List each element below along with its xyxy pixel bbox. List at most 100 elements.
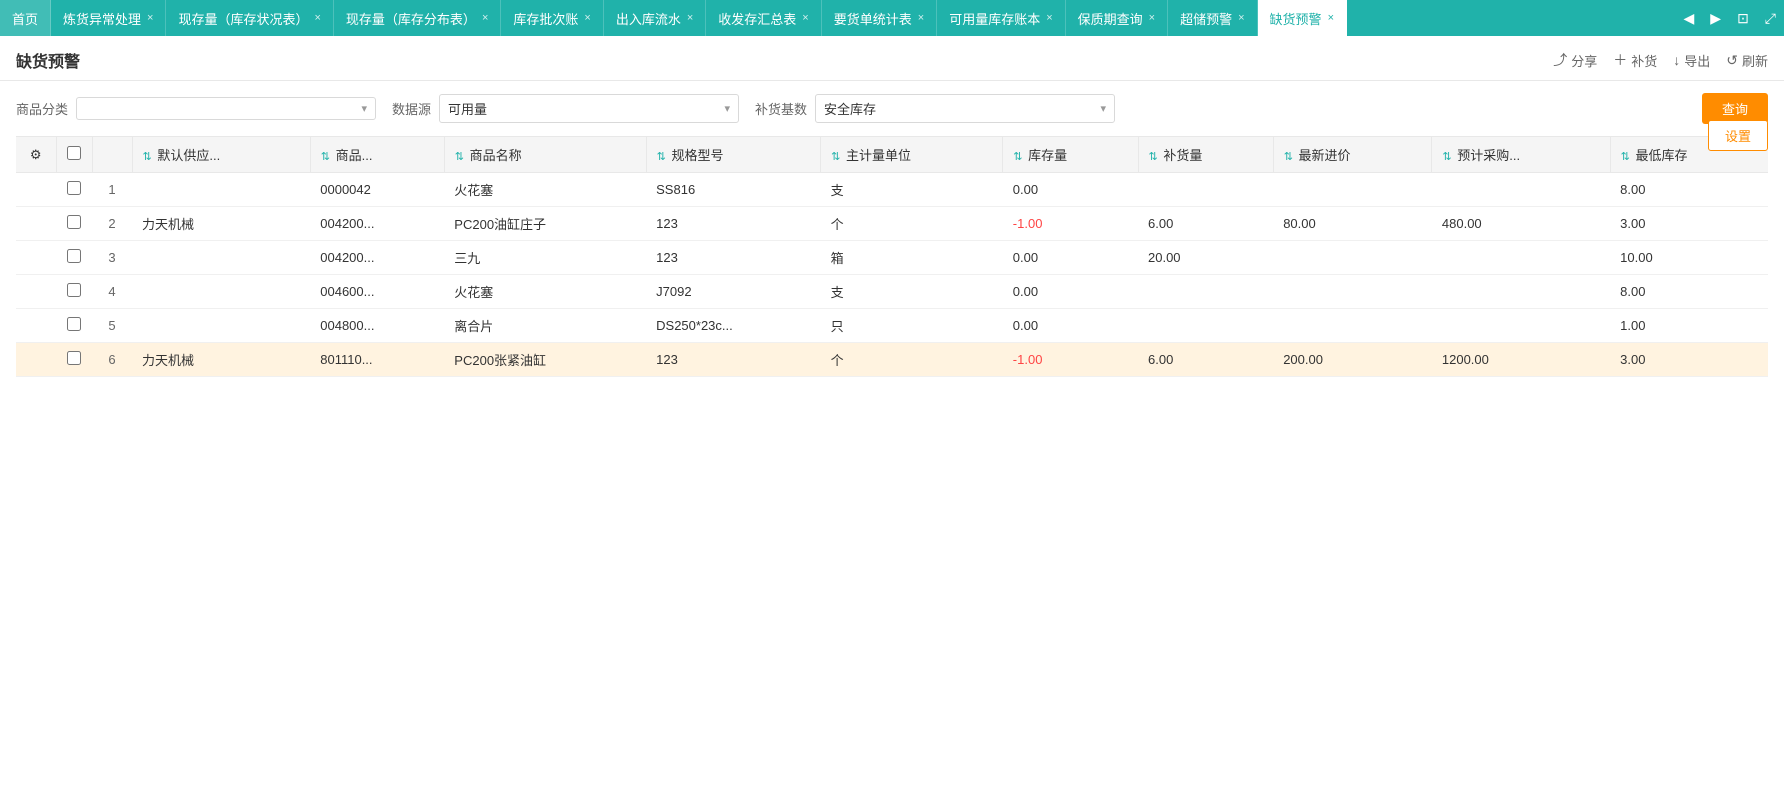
tab-batch-account[interactable]: 库存批次账 × — [501, 0, 603, 36]
row-check-4[interactable] — [56, 309, 92, 343]
row-settings-1 — [16, 207, 56, 241]
row-supplement-1: 6.00 — [1138, 207, 1273, 241]
row-stock-3: 0.00 — [1003, 275, 1138, 309]
row-check-0[interactable] — [56, 173, 92, 207]
row-checkbox-3[interactable] — [67, 283, 81, 297]
select-all-checkbox[interactable] — [67, 146, 81, 160]
tab-next-btn[interactable]: ▶ — [1702, 0, 1729, 36]
th-latest-price[interactable]: ⇅ 最新进价 — [1273, 137, 1432, 173]
row-supplier-0 — [132, 173, 310, 207]
tab-order-stats[interactable]: 要货单统计表 × — [822, 0, 937, 36]
tab-close-batch-account[interactable]: × — [584, 12, 590, 24]
tab-close-shortage[interactable]: × — [1328, 12, 1334, 24]
row-num-5: 6 — [92, 343, 132, 377]
datasource-value: 可用量 — [448, 99, 487, 118]
supplement-icon: ＋ — [1613, 50, 1627, 70]
tab-close-inventory-status[interactable]: × — [314, 12, 320, 24]
tab-inventory-status[interactable]: 现存量（库存状况表） × — [166, 0, 333, 36]
th-code[interactable]: ⇅ 商品... — [310, 137, 444, 173]
row-code-1: 004200... — [310, 207, 444, 241]
row-latest-price-3 — [1273, 275, 1432, 309]
row-spec-1: 123 — [646, 207, 820, 241]
th-name[interactable]: ⇅ 商品名称 — [444, 137, 646, 173]
row-est-purchase-3 — [1432, 275, 1610, 309]
row-num-2: 3 — [92, 241, 132, 275]
row-code-0: 0000042 — [310, 173, 444, 207]
row-stock-5: -1.00 — [1003, 343, 1138, 377]
row-supplier-5: 力天机械 — [132, 343, 310, 377]
row-latest-price-2 — [1273, 241, 1432, 275]
table-row: 5 004800... 离合片 DS250*23c... 只 0.00 1.00 — [16, 309, 1768, 343]
sort-latest-price-icon: ⇅ — [1284, 151, 1293, 163]
row-min-stock-0: 8.00 — [1610, 173, 1768, 207]
th-supplier[interactable]: ⇅ 默认供应... — [132, 137, 310, 173]
row-stock-1: -1.00 — [1003, 207, 1138, 241]
sort-stock-icon: ⇅ — [1013, 151, 1022, 163]
row-settings-2 — [16, 241, 56, 275]
export-icon: ↓ — [1673, 52, 1680, 68]
tab-expand-btn[interactable]: ⤢ — [1757, 0, 1784, 36]
row-name-2: 三九 — [444, 241, 646, 275]
tab-inventory-dist[interactable]: 现存量（库存分布表） × — [334, 0, 501, 36]
row-stock-2: 0.00 — [1003, 241, 1138, 275]
row-latest-price-1: 80.00 — [1273, 207, 1432, 241]
row-checkbox-1[interactable] — [67, 215, 81, 229]
row-code-3: 004600... — [310, 275, 444, 309]
tab-close-expiry[interactable]: × — [1149, 12, 1155, 24]
row-settings-0 — [16, 173, 56, 207]
tab-close-available-ledger[interactable]: × — [1046, 12, 1052, 24]
table-container: ⚙ ⇅ 默认供应... ⇅ 商品... — [0, 136, 1784, 393]
tab-bar: 首页 炼货异常处理 × 现存量（库存状况表） × 现存量（库存分布表） × 库存… — [0, 0, 1784, 36]
th-unit[interactable]: ⇅ 主计量单位 — [821, 137, 1003, 173]
share-button[interactable]: ⤴ 分享 — [1553, 50, 1597, 70]
tab-available-ledger[interactable]: 可用量库存账本 × — [937, 0, 1065, 36]
tab-close-overstock[interactable]: × — [1238, 12, 1244, 24]
row-min-stock-2: 10.00 — [1610, 241, 1768, 275]
row-latest-price-5: 200.00 — [1273, 343, 1432, 377]
row-checkbox-5[interactable] — [67, 351, 81, 365]
sort-est-purchase-icon: ⇅ — [1442, 151, 1451, 163]
gear-icon: ⚙ — [30, 147, 42, 162]
th-settings[interactable]: ⚙ — [16, 137, 56, 173]
tab-close-inventory-dist[interactable]: × — [482, 12, 488, 24]
tab-overstock[interactable]: 超储预警 × — [1168, 0, 1257, 36]
settings-button[interactable]: 设置 — [1708, 120, 1768, 151]
tab-expiry[interactable]: 保质期查询 × — [1066, 0, 1168, 36]
export-button[interactable]: ↓ 导出 — [1673, 51, 1710, 70]
row-est-purchase-0 — [1432, 173, 1610, 207]
tab-prev-btn[interactable]: ◀ — [1676, 0, 1703, 36]
tab-home[interactable]: 首页 — [0, 0, 51, 36]
tab-flow[interactable]: 出入库流水 × — [604, 0, 706, 36]
row-stock-4: 0.00 — [1003, 309, 1138, 343]
row-est-purchase-1: 480.00 — [1432, 207, 1610, 241]
row-supplier-2 — [132, 241, 310, 275]
th-est-purchase[interactable]: ⇅ 预计采购... — [1432, 137, 1610, 173]
tab-receive-summary[interactable]: 收发存汇总表 × — [706, 0, 821, 36]
supplement-button[interactable]: ＋ 补货 — [1613, 50, 1657, 70]
tab-close-order-stats[interactable]: × — [918, 12, 924, 24]
row-checkbox-0[interactable] — [67, 181, 81, 195]
row-checkbox-4[interactable] — [67, 317, 81, 331]
row-code-5: 801110... — [310, 343, 444, 377]
row-check-1[interactable] — [56, 207, 92, 241]
table-row: 6 力天机械 801110... PC200张紧油缸 123 个 -1.00 6… — [16, 343, 1768, 377]
tab-close-receive-summary[interactable]: × — [802, 12, 808, 24]
category-select[interactable]: ▾ — [76, 97, 376, 120]
replenish-select[interactable]: 安全库存 ▾ — [815, 94, 1115, 123]
tab-abnormal[interactable]: 炼货异常处理 × — [51, 0, 166, 36]
row-supplement-5: 6.00 — [1138, 343, 1273, 377]
row-check-3[interactable] — [56, 275, 92, 309]
row-checkbox-2[interactable] — [67, 249, 81, 263]
datasource-select[interactable]: 可用量 ▾ — [439, 94, 739, 123]
refresh-button[interactable]: ↺ 刷新 — [1726, 51, 1768, 70]
tab-window-btn[interactable]: ⊡ — [1729, 0, 1757, 36]
row-check-5[interactable] — [56, 343, 92, 377]
th-supplement[interactable]: ⇅ 补货量 — [1138, 137, 1273, 173]
tab-shortage[interactable]: 缺货预警 × — [1258, 0, 1347, 36]
th-stock[interactable]: ⇅ 库存量 — [1003, 137, 1138, 173]
th-spec[interactable]: ⇅ 规格型号 — [646, 137, 820, 173]
row-check-2[interactable] — [56, 241, 92, 275]
tab-close-flow[interactable]: × — [687, 12, 693, 24]
tab-close-abnormal[interactable]: × — [147, 12, 153, 24]
row-est-purchase-4 — [1432, 309, 1610, 343]
